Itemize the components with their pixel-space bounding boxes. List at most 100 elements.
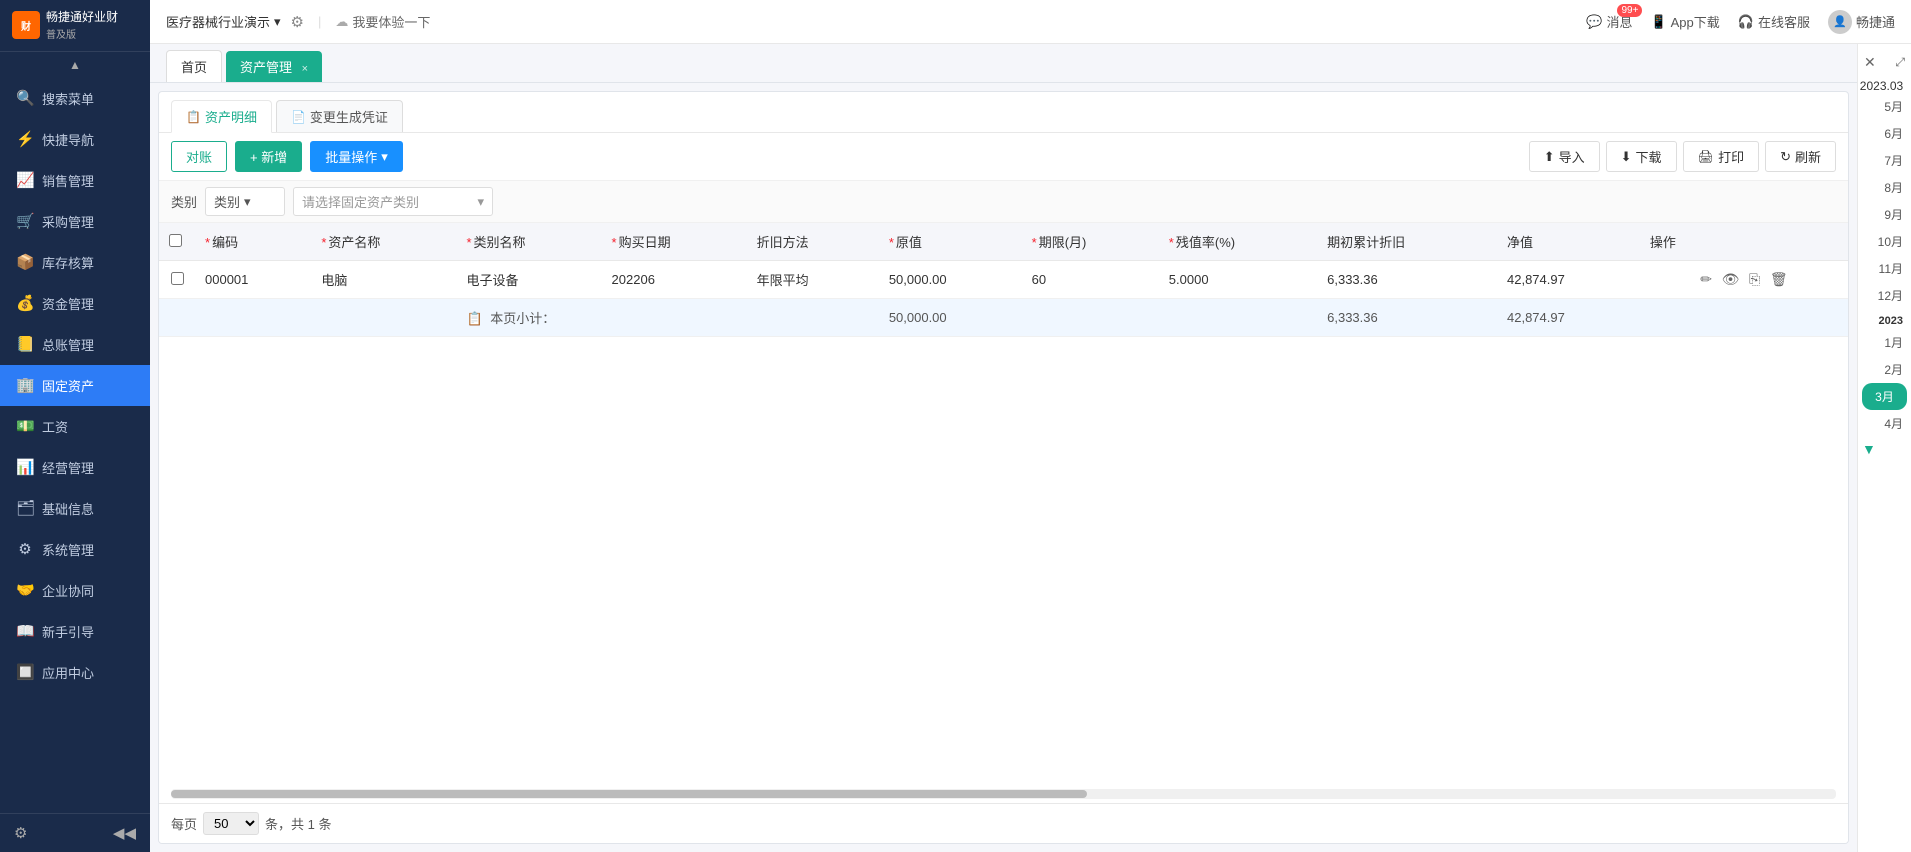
- print-button[interactable]: 🖨 打印: [1683, 141, 1760, 172]
- username-label: 畅捷通: [1856, 12, 1895, 31]
- col-depreciation-method: 折旧方法: [747, 223, 879, 261]
- row-period: 60: [1022, 261, 1159, 299]
- copy-icon[interactable]: ⎘: [1749, 271, 1760, 287]
- import-button[interactable]: ⬆ 导入: [1529, 141, 1600, 172]
- company-selector[interactable]: 医疗器械行业演示 ▾: [166, 12, 281, 31]
- new-label: + 新增: [250, 147, 287, 166]
- col-original-value: *原值: [879, 223, 1022, 261]
- tab-home[interactable]: 首页: [166, 50, 222, 82]
- month-item[interactable]: 9月: [1858, 201, 1911, 228]
- sub-tab-change-voucher-label: 变更生成凭证: [310, 107, 388, 126]
- view-icon[interactable]: 👁: [1722, 271, 1740, 287]
- month-item[interactable]: 2月: [1858, 356, 1911, 383]
- row-checkbox[interactable]: [171, 272, 184, 285]
- sidebar-item-inventory[interactable]: 📦 库存核算: [0, 242, 150, 283]
- new-button[interactable]: + 新增: [235, 141, 302, 172]
- month-item[interactable]: 1月: [1858, 329, 1911, 356]
- category-value-selector[interactable]: 请选择固定资产类别 ▾: [293, 187, 493, 216]
- category-type-dropdown-icon: ▾: [244, 194, 251, 210]
- month-item[interactable]: 8月: [1858, 174, 1911, 201]
- scroll-down-icon[interactable]: ▼: [1858, 437, 1911, 461]
- main-area: 医疗器械行业演示 ▾ ⚙ | ☁ 我要体验一下 💬 消息 99+ 📱 App下载…: [150, 0, 1911, 852]
- sub-tab-asset-detail[interactable]: 📋 资产明细: [171, 100, 272, 133]
- sidebar-item-basic-info[interactable]: 🗂 基础信息: [0, 488, 150, 529]
- tab-close-icon[interactable]: ×: [302, 63, 308, 75]
- month-item[interactable]: 3月: [1862, 383, 1907, 410]
- batch-ops-button[interactable]: 批量操作 ▾: [310, 141, 403, 172]
- message-badge: 99+: [1617, 4, 1642, 17]
- sidebar-item-system[interactable]: ⚙ 系统管理: [0, 529, 150, 570]
- reconcile-button[interactable]: 对账: [171, 141, 227, 172]
- category-type-selector[interactable]: 类别 ▾: [205, 187, 285, 216]
- right-panel-expand-icon[interactable]: ⤢: [1895, 55, 1905, 70]
- sidebar-item-quick-nav[interactable]: ⚡ 快捷导航: [0, 119, 150, 160]
- sidebar-item-enterprise[interactable]: 🤝 企业协同: [0, 570, 150, 611]
- sidebar-item-fixed-assets[interactable]: 🏢 固定资产: [0, 365, 150, 406]
- col-residual-rate: *残值率(%): [1159, 223, 1317, 261]
- right-panel: ✕ ⤢ 2023.03 5月6月7月8月9月10月11月12月20231月2月3…: [1857, 44, 1911, 852]
- print-label: 打印: [1718, 147, 1744, 166]
- sub-tab-change-voucher[interactable]: 📄 变更生成凭证: [276, 100, 403, 132]
- content-main: 首页 资产管理 × 📋 资产明细 📄 变更生成凭证: [150, 44, 1857, 852]
- topbar-right: 💬 消息 99+ 📱 App下载 🎧 在线客服 👤 畅捷通: [1586, 10, 1895, 34]
- sidebar-item-operations[interactable]: 📊 经营管理: [0, 447, 150, 488]
- month-item[interactable]: 10月: [1858, 228, 1911, 255]
- sidebar-item-search[interactable]: 🔍 搜索菜单: [0, 78, 150, 119]
- logo-sub: 普及版: [46, 26, 118, 41]
- tab-home-label: 首页: [181, 60, 207, 75]
- salary-icon: 💵: [16, 417, 34, 435]
- settings-icon[interactable]: ⚙: [14, 824, 27, 842]
- operations-icon: 📊: [16, 458, 34, 476]
- horizontal-scrollbar[interactable]: [171, 789, 1836, 799]
- sidebar-nav: 🔍 搜索菜单⚡ 快捷导航📈 销售管理🛒 采购管理📦 库存核算💰 资金管理📒 总账…: [0, 78, 150, 813]
- import-icon: ⬆: [1544, 149, 1555, 165]
- col-purchase-date: *购买日期: [602, 223, 747, 261]
- experience-btn[interactable]: ☁ 我要体验一下: [335, 12, 430, 31]
- tab-asset-mgmt[interactable]: 资产管理 ×: [226, 51, 322, 82]
- month-item[interactable]: 11月: [1858, 255, 1911, 282]
- message-btn[interactable]: 💬 消息 99+: [1586, 12, 1632, 31]
- sidebar-item-ledger[interactable]: 📒 总账管理: [0, 324, 150, 365]
- month-item[interactable]: 5月: [1858, 93, 1911, 120]
- sidebar-item-label: 新手引导: [42, 622, 94, 641]
- month-item[interactable]: 12月: [1858, 282, 1911, 309]
- online-service-btn[interactable]: 🎧 在线客服: [1738, 12, 1810, 31]
- edit-icon[interactable]: ✏: [1700, 271, 1712, 287]
- month-item[interactable]: 4月: [1858, 410, 1911, 437]
- month-item[interactable]: 6月: [1858, 120, 1911, 147]
- user-avatar: 👤: [1828, 10, 1852, 34]
- row-accumulated-depreciation: 6,333.36: [1317, 261, 1497, 299]
- sidebar-item-funds[interactable]: 💰 资金管理: [0, 283, 150, 324]
- sidebar-item-purchase[interactable]: 🛒 采购管理: [0, 201, 150, 242]
- sub-tabs: 📋 资产明细 📄 变更生成凭证: [159, 92, 1848, 133]
- sidebar-item-label: 经营管理: [42, 458, 94, 477]
- batch-ops-label: 批量操作: [325, 147, 377, 166]
- sidebar-item-app-center[interactable]: 🔲 应用中心: [0, 652, 150, 693]
- row-ops: ✏ 👁 ⎘ 🗑: [1640, 261, 1848, 299]
- delete-icon[interactable]: 🗑: [1770, 271, 1788, 287]
- refresh-button[interactable]: ↻ 刷新: [1765, 141, 1836, 172]
- app-download-btn[interactable]: 📱 App下载: [1650, 12, 1719, 31]
- sidebar-item-label: 采购管理: [42, 212, 94, 231]
- row-category: 电子设备: [456, 261, 601, 299]
- funds-icon: 💰: [16, 294, 34, 312]
- per-page-label: 每页: [171, 814, 197, 833]
- sidebar-scroll-up-icon[interactable]: ▲: [69, 54, 81, 76]
- sidebar-item-sales[interactable]: 📈 销售管理: [0, 160, 150, 201]
- download-button[interactable]: ⬇ 下载: [1606, 141, 1677, 172]
- app-download-label: App下载: [1671, 12, 1720, 31]
- filter-row: 类别 类别 ▾ 请选择固定资产类别 ▾: [159, 181, 1848, 223]
- user-menu[interactable]: 👤 畅捷通: [1828, 10, 1895, 34]
- sidebar-item-label: 快捷导航: [42, 130, 94, 149]
- per-page-select[interactable]: 10 20 50 100: [203, 812, 259, 835]
- month-item[interactable]: 7月: [1858, 147, 1911, 174]
- collapse-sidebar-icon[interactable]: ◀◀: [113, 824, 136, 842]
- sidebar-item-guide[interactable]: 📖 新手引导: [0, 611, 150, 652]
- select-all-checkbox[interactable]: [169, 234, 182, 247]
- batch-ops-dropdown-icon: ▾: [381, 149, 388, 165]
- basic-info-icon: 🗂: [16, 499, 34, 517]
- gear-icon[interactable]: ⚙: [291, 13, 304, 31]
- app-center-icon: 🔲: [16, 663, 34, 681]
- right-panel-close-icon[interactable]: ✕: [1864, 54, 1876, 71]
- sidebar-item-salary[interactable]: 💵 工资: [0, 406, 150, 447]
